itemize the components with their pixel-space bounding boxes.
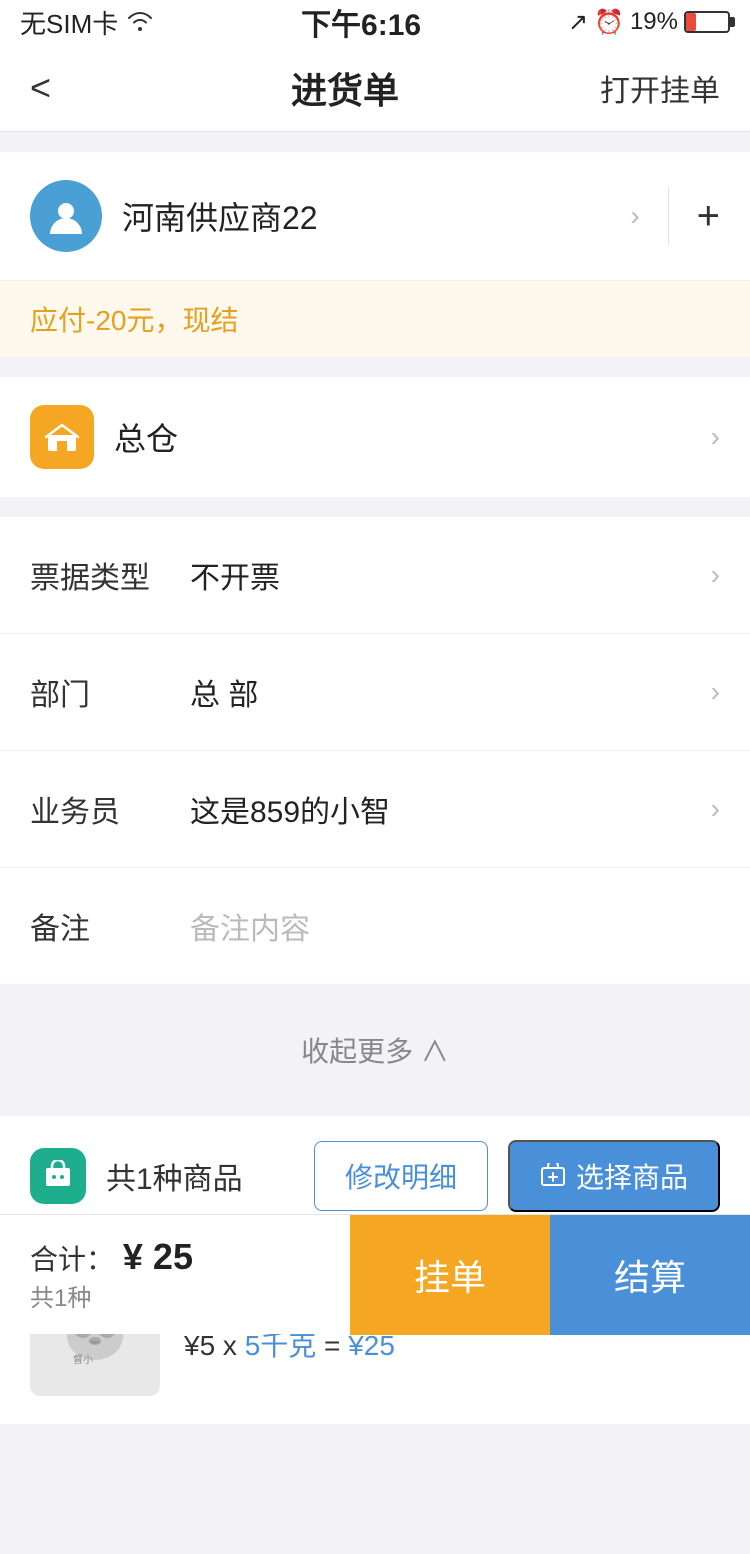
remark-input[interactable]: 备注内容 [190,904,720,948]
carrier-text: 无SIM卡 [20,4,118,41]
svg-text:督小: 督小 [73,1353,93,1366]
remark-row[interactable]: 备注 备注内容 [0,868,750,984]
status-right: ↗ ⏰ 19% [568,8,730,37]
status-left: 无SIM卡 [20,4,154,41]
warehouse-chevron-icon: › [711,421,720,453]
supplier-divider [668,186,669,246]
warehouse-card: 总仓 › [0,377,750,497]
remark-label: 备注 [30,904,170,948]
location-icon: ↗ [568,8,588,37]
unit-price: ¥5 x [184,1330,245,1361]
status-bar: 无SIM卡 下午6:16 ↗ ⏰ 19% [0,0,750,44]
nav-bar: < 进货单 打开挂单 [0,44,750,132]
warehouse-label: 总仓 [114,414,711,460]
open-hang-button[interactable]: 打开挂单 [600,66,720,110]
equals: = [316,1330,348,1361]
nav-title: 进货单 [291,62,399,114]
bottom-bar: 合计： ¥ 25 共1种 挂单 结算 [0,1214,750,1334]
battery-icon [684,11,730,33]
checkout-button[interactable]: 结算 [550,1215,750,1335]
warehouse-icon [30,405,94,469]
hang-button[interactable]: 挂单 [350,1215,550,1335]
total-section: 合计： ¥ 25 共1种 [0,1236,350,1313]
product-count-icon [30,1148,86,1204]
salesperson-row[interactable]: 业务员 这是859的小智 › [0,751,750,868]
supplier-avatar [30,180,102,252]
content-area: 河南供应商22 › + 应付-20元，现结 总仓 › 票据类型 不开票 › [0,152,750,1554]
battery-percent: 19% [630,8,678,36]
select-product-button[interactable]: 选择商品 [508,1140,720,1212]
product-count-label: 共1种商品 [106,1154,294,1198]
invoice-value: 不开票 [190,553,711,597]
department-value: 总 部 [190,670,711,714]
total-count: 共1种 [30,1278,320,1313]
warehouse-row[interactable]: 总仓 › [0,377,750,497]
invoice-row[interactable]: 票据类型 不开票 › [0,517,750,634]
invoice-chevron-icon: › [711,559,720,591]
total-label: 合计： [30,1244,114,1275]
supplier-row[interactable]: 河南供应商22 › + [0,152,750,281]
supplier-card: 河南供应商22 › + 应付-20元，现结 [0,152,750,357]
department-label: 部门 [30,670,170,714]
total-amount: ¥ 25 [123,1236,193,1277]
department-chevron-icon: › [711,676,720,708]
salesperson-chevron-icon: › [711,793,720,825]
supplier-notice: 应付-20元，现结 [0,281,750,357]
salesperson-label: 业务员 [30,787,170,831]
invoice-label: 票据类型 [30,553,170,597]
add-supplier-button[interactable]: + [697,194,720,239]
back-button[interactable]: < [30,67,90,109]
quantity: 5千克 [245,1330,317,1361]
subtotal: ¥25 [348,1330,395,1361]
select-product-label: 选择商品 [576,1156,688,1196]
status-time: 下午6:16 [301,0,421,44]
total-row: 合计： ¥ 25 [30,1236,320,1278]
supplier-chevron-icon: › [630,200,639,232]
bottom-spacer [0,1424,750,1554]
salesperson-value: 这是859的小智 [190,787,711,831]
alarm-icon: ⏰ [594,8,624,37]
supplier-name: 河南供应商22 [122,193,630,239]
collapse-toggle[interactable]: 收起更多 ∧ [0,1004,750,1096]
department-row[interactable]: 部门 总 部 › [0,634,750,751]
modify-detail-button[interactable]: 修改明细 [314,1141,488,1211]
form-card: 票据类型 不开票 › 部门 总 部 › 业务员 这是859的小智 › 备注 备注… [0,517,750,984]
wifi-icon [126,7,154,38]
